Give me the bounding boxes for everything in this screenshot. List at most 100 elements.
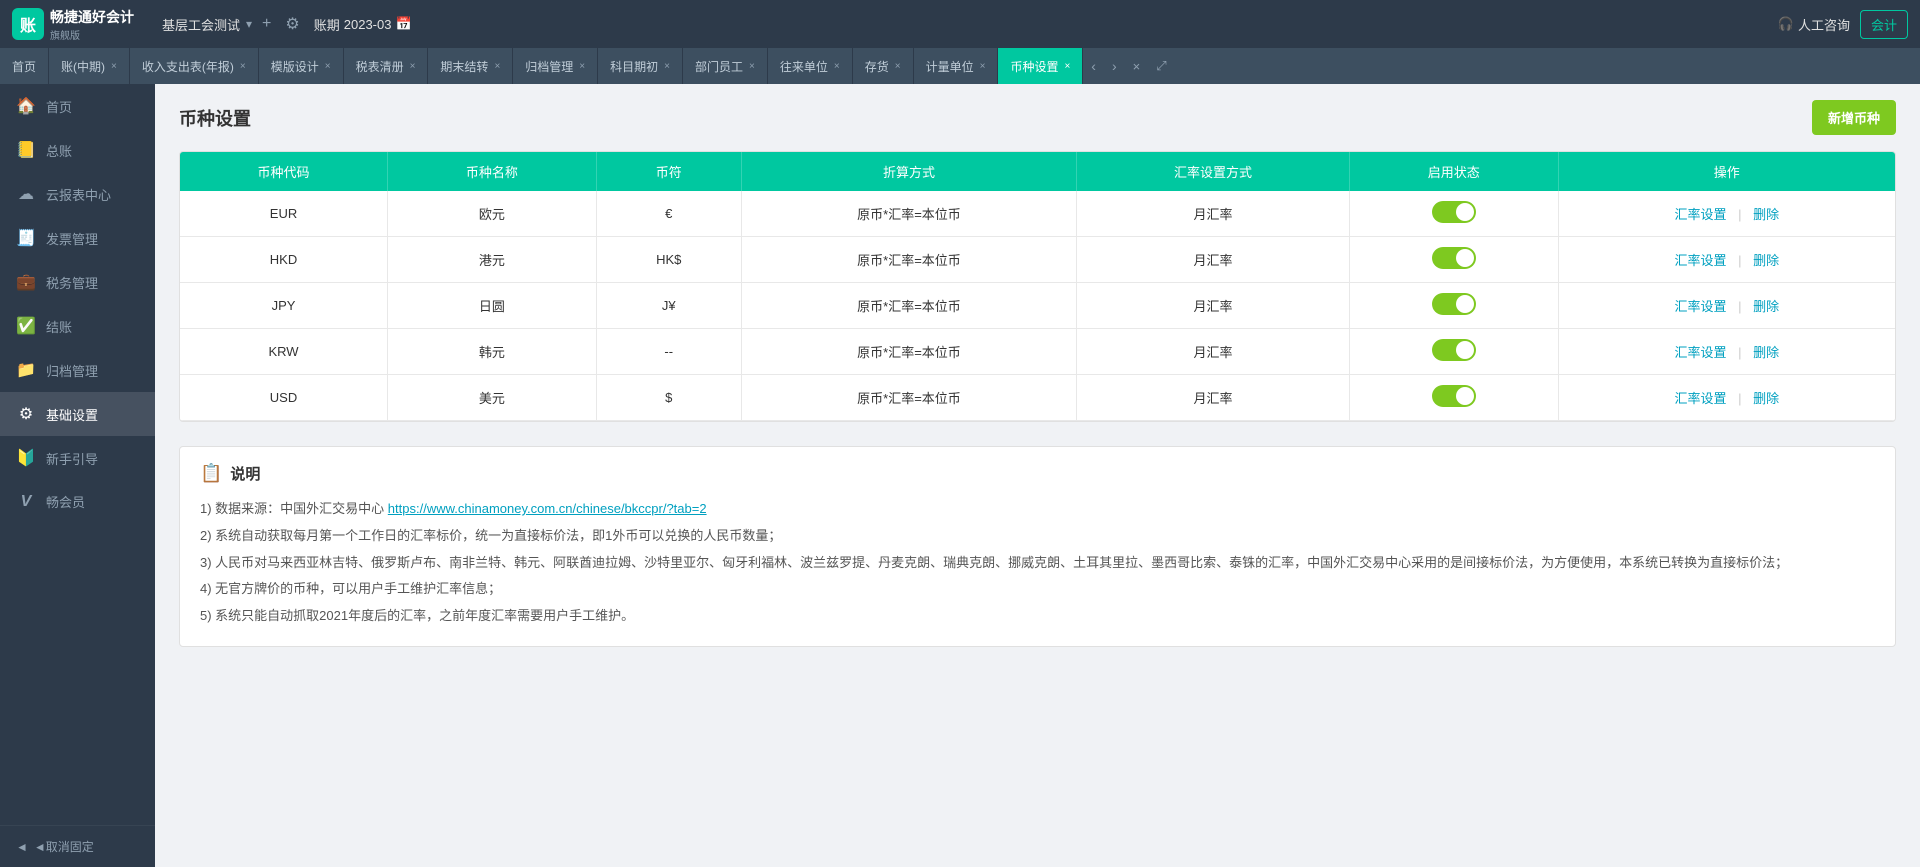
tab-ledger-mid-close[interactable]: × [111, 61, 117, 72]
col-calc: 折算方式 [741, 152, 1077, 191]
tab-close-all-button[interactable]: × [1125, 59, 1149, 74]
sidebar-item-member[interactable]: V 畅会员 [0, 480, 155, 523]
cell-rate-type: 月汇率 [1077, 191, 1350, 237]
toggle-enabled[interactable] [1432, 293, 1476, 315]
tab-period-close[interactable]: 期末结转 × [428, 48, 513, 84]
cell-symbol: HK$ [596, 237, 741, 283]
sidebar-item-ledger[interactable]: 📒 总账 [0, 128, 155, 172]
tab-archive[interactable]: 归档管理 × [513, 48, 598, 84]
tab-ledger-mid[interactable]: 账(中期) × [49, 48, 130, 84]
tab-income-report[interactable]: 收入支出表(年报) × [130, 48, 259, 84]
tab-prev-button[interactable]: ‹ [1083, 48, 1104, 84]
sidebar-item-tax[interactable]: 💼 税务管理 [0, 260, 155, 304]
cell-code: USD [180, 375, 388, 421]
delete-link[interactable]: 删除 [1753, 299, 1779, 314]
tab-subject-init[interactable]: 科目期初 × [598, 48, 683, 84]
toggle-enabled[interactable] [1432, 247, 1476, 269]
tab-partner-close[interactable]: × [834, 61, 840, 72]
tab-subject-init-close[interactable]: × [664, 61, 670, 72]
cell-action: 汇率设置 | 删除 [1558, 375, 1895, 421]
delete-link[interactable]: 删除 [1753, 207, 1779, 222]
note-item-5: 系统只能自动抓取2021年度后的汇率，之前年度汇率需要用户手工维护。 [200, 603, 1875, 630]
tab-tax-table-close[interactable]: × [410, 61, 416, 72]
tab-template-close[interactable]: × [325, 61, 331, 72]
cell-name: 港元 [388, 237, 597, 283]
tab-period-close-icon[interactable]: × [494, 61, 500, 72]
note-item-4: 无官方牌价的币种，可以用户手工维护汇率信息； [200, 576, 1875, 603]
cell-status [1349, 329, 1558, 375]
tab-currency[interactable]: 币种设置 × [998, 48, 1083, 84]
sidebar-item-report[interactable]: ☁ 云报表中心 [0, 172, 155, 216]
sidebar-label-settings: 基础设置 [46, 405, 98, 424]
tab-income-report-close[interactable]: × [240, 61, 246, 72]
delete-link[interactable]: 删除 [1753, 391, 1779, 406]
toggle-enabled[interactable] [1432, 339, 1476, 361]
col-status: 启用状态 [1349, 152, 1558, 191]
tab-home[interactable]: 首页 [0, 48, 49, 84]
cell-calc: 原币*汇率=本位币 [741, 283, 1077, 329]
cell-symbol: $ [596, 375, 741, 421]
notes-icon: 📋 [200, 463, 222, 484]
kuaiji-button[interactable]: 会计 [1860, 10, 1908, 39]
tab-inventory-close[interactable]: × [895, 61, 901, 72]
checkout-icon: ✅ [16, 316, 36, 336]
company-dropdown-icon[interactable]: ▾ [246, 17, 252, 31]
sidebar-label-report: 云报表中心 [46, 185, 111, 204]
tab-unit-label: 计量单位 [926, 58, 974, 75]
sidebar-item-invoice[interactable]: 🧾 发票管理 [0, 216, 155, 260]
note-item-3: 人民币对马来西亚林吉特、俄罗斯卢布、南非兰特、韩元、阿联酋迪拉姆、沙特里亚尔、匈… [200, 550, 1875, 577]
cell-code: EUR [180, 191, 388, 237]
chinamoney-link[interactable]: https://www.chinamoney.com.cn/chinese/bk… [388, 501, 707, 516]
settings-icon[interactable]: ⚙ [281, 10, 303, 38]
ledger-icon: 📒 [16, 140, 36, 160]
tab-dept-staff[interactable]: 部门员工 × [683, 48, 768, 84]
cell-name: 日圆 [388, 283, 597, 329]
member-icon: V [16, 493, 36, 511]
cell-name: 美元 [388, 375, 597, 421]
tab-next-button[interactable]: › [1104, 48, 1125, 84]
col-action: 操作 [1558, 152, 1895, 191]
sidebar-item-guide[interactable]: 🔰 新手引导 [0, 436, 155, 480]
rate-settings-link[interactable]: 汇率设置 [1674, 299, 1726, 314]
sidebar-pin-toggle[interactable]: ◄ ◄取消固定 [0, 825, 155, 867]
toggle-enabled[interactable] [1432, 201, 1476, 223]
tab-inventory[interactable]: 存货 × [853, 48, 914, 84]
rate-settings-link[interactable]: 汇率设置 [1674, 345, 1726, 360]
cell-action: 汇率设置 | 删除 [1558, 191, 1895, 237]
delete-link[interactable]: 删除 [1753, 345, 1779, 360]
table-row: EUR 欧元 € 原币*汇率=本位币 月汇率 汇率设置 | 删除 [180, 191, 1895, 237]
logo-text: 畅捷通好会计 [50, 7, 134, 27]
service-button[interactable]: 🎧 人工咨询 [1778, 15, 1850, 34]
toggle-enabled[interactable] [1432, 385, 1476, 407]
tab-partner[interactable]: 往来单位 × [768, 48, 853, 84]
sidebar-label-archive: 归档管理 [46, 361, 98, 380]
tab-archive-close[interactable]: × [579, 61, 585, 72]
new-currency-button[interactable]: 新增币种 [1812, 100, 1896, 135]
company-area: 基层工会测试 ▾ + ⚙ [162, 10, 304, 38]
sidebar-label-member: 畅会员 [46, 492, 85, 511]
cell-name: 韩元 [388, 329, 597, 375]
rate-settings-link[interactable]: 汇率设置 [1674, 253, 1726, 268]
tab-ledger-mid-label: 账(中期) [61, 58, 105, 75]
rate-settings-link[interactable]: 汇率设置 [1674, 207, 1726, 222]
cell-rate-type: 月汇率 [1077, 329, 1350, 375]
cell-rate-type: 月汇率 [1077, 237, 1350, 283]
sidebar-item-settings[interactable]: ⚙ 基础设置 [0, 392, 155, 436]
sidebar-item-archive[interactable]: 📁 归档管理 [0, 348, 155, 392]
tab-maximize-button[interactable]: ⤢ [1148, 58, 1174, 74]
cell-status [1349, 191, 1558, 237]
tab-currency-close[interactable]: × [1064, 61, 1070, 72]
calendar-icon[interactable]: 📅 [395, 16, 411, 32]
tab-template[interactable]: 模版设计 × [259, 48, 344, 84]
sidebar-item-checkout[interactable]: ✅ 结账 [0, 304, 155, 348]
delete-link[interactable]: 删除 [1753, 253, 1779, 268]
tab-unit[interactable]: 计量单位 × [914, 48, 999, 84]
tab-dept-staff-close[interactable]: × [749, 61, 755, 72]
rate-settings-link[interactable]: 汇率设置 [1674, 391, 1726, 406]
tab-unit-close[interactable]: × [980, 61, 986, 72]
sidebar-item-home[interactable]: 🏠 首页 [0, 84, 155, 128]
add-company-icon[interactable]: + [258, 11, 275, 37]
tab-tax-table[interactable]: 税表清册 × [344, 48, 429, 84]
tab-archive-label: 归档管理 [525, 58, 573, 75]
cell-calc: 原币*汇率=本位币 [741, 191, 1077, 237]
